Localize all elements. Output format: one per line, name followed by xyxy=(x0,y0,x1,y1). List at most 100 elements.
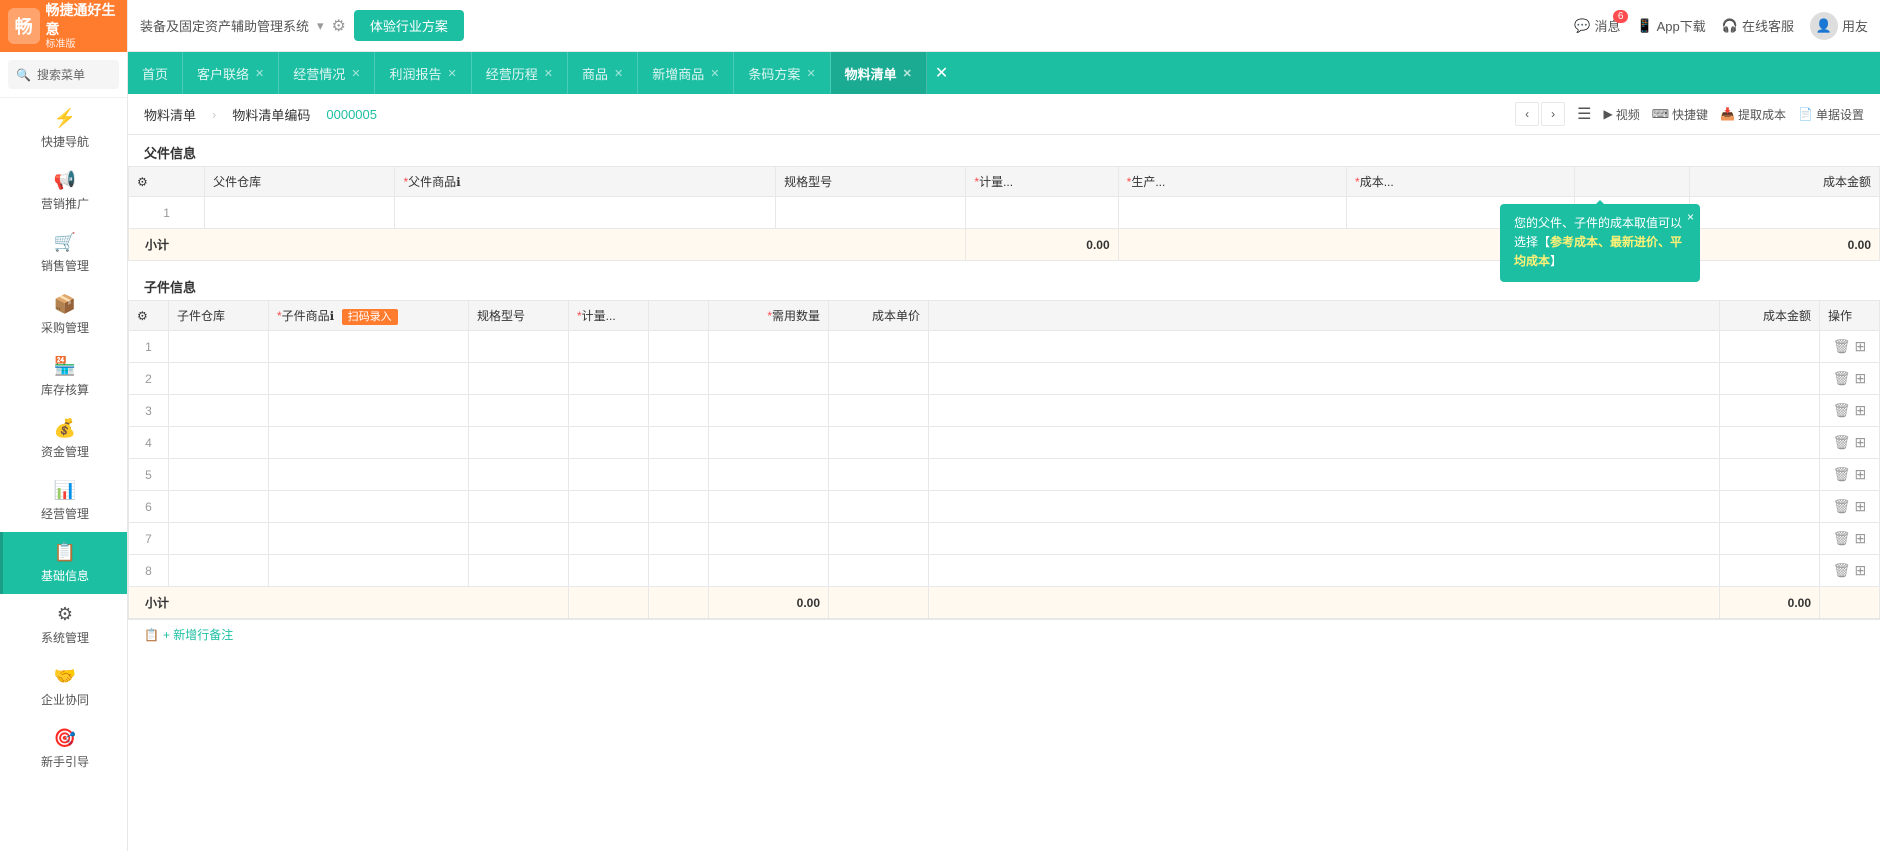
sidebar-item-operations[interactable]: 📊 经营管理 xyxy=(0,470,127,532)
delete-row-6-button[interactable]: 🗑 xyxy=(1833,498,1851,515)
child-col-spec: 规格型号 xyxy=(469,301,569,331)
add-row-button[interactable]: 📋 + 新增行备注 xyxy=(144,626,233,643)
parent-table-header: ⚙ 父件仓库 *父件商品ℹ 规格型号 *计量... *生产... *成本... … xyxy=(129,167,1880,197)
child-row-2-warehouse[interactable] xyxy=(169,363,269,395)
search-menu-button[interactable]: 🔍 搜索菜单 xyxy=(8,60,119,89)
delete-row-1-button[interactable]: 🗑 xyxy=(1833,338,1851,355)
video-button[interactable]: ▶ 视频 xyxy=(1603,106,1639,123)
copy-row-5-button[interactable]: ⊞ xyxy=(1855,466,1867,483)
experience-button[interactable]: 体验行业方案 xyxy=(354,10,464,41)
delete-row-7-button[interactable]: 🗑 xyxy=(1833,530,1851,547)
tab-profit-report[interactable]: 利润报告 ✕ xyxy=(375,52,471,94)
delete-row-2-button[interactable]: 🗑 xyxy=(1833,370,1851,387)
copy-row-8-button[interactable]: ⊞ xyxy=(1855,562,1867,579)
sidebar-item-system[interactable]: ⚙ 系统管理 xyxy=(0,594,127,656)
delete-row-4-button[interactable]: 🗑 xyxy=(1833,434,1851,451)
sidebar: 畅 畅捷通好生意 标准版 🔍 搜索菜单 ⚡ 快捷导航 📢 营销推广 🛒 销售管理… xyxy=(0,0,128,851)
app-download-button[interactable]: 📱 App下载 xyxy=(1636,16,1705,35)
sidebar-item-inventory[interactable]: 🏪 库存核算 xyxy=(0,346,127,408)
navigation-tabs: 首页 客户联络 ✕ 经营情况 ✕ 利润报告 ✕ 经营历程 ✕ 商品 ✕ 新增商品… xyxy=(128,52,1880,94)
child-row-2-qty[interactable] xyxy=(709,363,829,395)
tab-close-ops-status[interactable]: ✕ xyxy=(351,67,360,80)
child-row-1-unit-cost[interactable] xyxy=(829,331,929,363)
tab-barcode[interactable]: 条码方案 ✕ xyxy=(734,52,830,94)
message-button[interactable]: 💬 消息 6 xyxy=(1574,16,1620,35)
parent-col-settings[interactable]: ⚙ xyxy=(129,167,205,197)
sidebar-item-marketing[interactable]: 📢 营销推广 xyxy=(0,160,127,222)
sidebar-item-quick-nav[interactable]: ⚡ 快捷导航 xyxy=(0,98,127,160)
child-row-2-unit[interactable] xyxy=(569,363,649,395)
child-row-1-spec[interactable] xyxy=(469,331,569,363)
tooltip-close-button[interactable]: × xyxy=(1687,208,1694,227)
shortcut-button[interactable]: ⌨ 快捷键 xyxy=(1652,106,1708,123)
copy-row-1-button[interactable]: ⊞ xyxy=(1855,338,1867,355)
sales-icon: 🛒 xyxy=(54,232,76,253)
parent-cell-cost-amount[interactable] xyxy=(1689,197,1879,229)
finance-icon: 💰 xyxy=(54,418,76,439)
parent-cell-production[interactable] xyxy=(1118,197,1346,229)
child-row-1-unit[interactable] xyxy=(569,331,649,363)
child-row-1-product[interactable] xyxy=(269,331,469,363)
child-row-2-product[interactable] xyxy=(269,363,469,395)
parent-col-spacer xyxy=(1575,167,1689,197)
sidebar-item-guide[interactable]: 🎯 新手引导 xyxy=(0,718,127,780)
tab-close-barcode[interactable]: ✕ xyxy=(806,67,815,80)
parent-cell-product[interactable] xyxy=(395,197,776,229)
tab-ops-history[interactable]: 经营历程 ✕ xyxy=(472,52,568,94)
copy-row-7-button[interactable]: ⊞ xyxy=(1855,530,1867,547)
header-left: 装备及固定资产辅助管理系统 ▾ ⚙ 体验行业方案 xyxy=(140,10,464,41)
sidebar-item-cooperation[interactable]: 🤝 企业协同 xyxy=(0,656,127,718)
child-row-2-unit-cost[interactable] xyxy=(829,363,929,395)
settings-gear-icon[interactable]: ⚙ xyxy=(332,16,346,36)
tab-products[interactable]: 商品 ✕ xyxy=(568,52,638,94)
child-row-1-qty[interactable] xyxy=(709,331,829,363)
breadcrumb-bar: 物料清单 › 物料清单编码 0000005 ‹ › ☰ ▶ 视频 ⌨ 快捷键 xyxy=(128,94,1880,135)
tab-close-ops-history[interactable]: ✕ xyxy=(544,67,553,80)
tab-customers[interactable]: 客户联络 ✕ xyxy=(183,52,279,94)
tab-close-new-product[interactable]: ✕ xyxy=(710,67,719,80)
child-row-1-cost-amount[interactable] xyxy=(1720,331,1820,363)
parent-subtotal-cost-amount: 0.00 xyxy=(1689,229,1879,261)
user-menu-button[interactable]: 👤 用友 xyxy=(1810,12,1868,40)
tab-bom[interactable]: 物料清单 ✕ xyxy=(831,52,927,94)
list-view-icon[interactable]: ☰ xyxy=(1577,104,1591,124)
parent-cell-unit[interactable] xyxy=(966,197,1118,229)
parent-cell-spec[interactable] xyxy=(776,197,966,229)
copy-row-3-button[interactable]: ⊞ xyxy=(1855,402,1867,419)
delete-row-5-button[interactable]: 🗑 xyxy=(1833,466,1851,483)
child-col-settings[interactable]: ⚙ xyxy=(129,301,169,331)
tab-new-product[interactable]: 新增商品 ✕ xyxy=(638,52,734,94)
tab-operations-status[interactable]: 经营情况 ✕ xyxy=(279,52,375,94)
tab-close-customers[interactable]: ✕ xyxy=(255,67,264,80)
breadcrumb-bom-list[interactable]: 物料清单 xyxy=(144,105,196,124)
tab-close-products[interactable]: ✕ xyxy=(614,67,623,80)
sidebar-item-finance[interactable]: 💰 资金管理 xyxy=(0,408,127,470)
sidebar-item-purchase[interactable]: 📦 采购管理 xyxy=(0,284,127,346)
copy-row-2-button[interactable]: ⊞ xyxy=(1855,370,1867,387)
parent-cell-warehouse[interactable] xyxy=(205,197,395,229)
copy-row-4-button[interactable]: ⊞ xyxy=(1855,434,1867,451)
tab-close-profit[interactable]: ✕ xyxy=(448,67,457,80)
child-col-warehouse: 子件仓库 xyxy=(169,301,269,331)
delete-row-8-button[interactable]: 🗑 xyxy=(1833,562,1851,579)
tab-home[interactable]: 首页 xyxy=(128,52,183,94)
child-table-row: 8 🗑 ⊞ xyxy=(129,555,1880,587)
search-icon: 🔍 xyxy=(16,68,31,82)
tab-close-bom[interactable]: ✕ xyxy=(903,67,912,80)
child-row-4-actions: 🗑 ⊞ xyxy=(1820,427,1880,459)
extract-cost-button[interactable]: 📥 提取成本 xyxy=(1720,106,1786,123)
prev-record-button[interactable]: ‹ xyxy=(1515,102,1539,126)
child-row-2-spec[interactable] xyxy=(469,363,569,395)
next-record-button[interactable]: › xyxy=(1541,102,1565,126)
sidebar-item-basic-info[interactable]: 📋 基础信息 xyxy=(0,532,127,594)
copy-row-6-button[interactable]: ⊞ xyxy=(1855,498,1867,515)
delete-row-3-button[interactable]: 🗑 xyxy=(1833,402,1851,419)
search-area[interactable]: 🔍 搜索菜单 xyxy=(0,52,127,98)
sidebar-item-sales[interactable]: 🛒 销售管理 xyxy=(0,222,127,284)
close-all-tabs-button[interactable]: ✕ xyxy=(927,52,956,94)
single-settings-button[interactable]: 📄 单据设置 xyxy=(1798,106,1864,123)
online-service-button[interactable]: 🎧 在线客服 xyxy=(1722,16,1794,35)
tooltip-text: 您的父件、子件的成本取值可以选择【参考成本、最新进价、平均成本】 xyxy=(1514,214,1686,272)
child-row-1-warehouse[interactable] xyxy=(169,331,269,363)
nav-arrows: ‹ › xyxy=(1515,102,1565,126)
